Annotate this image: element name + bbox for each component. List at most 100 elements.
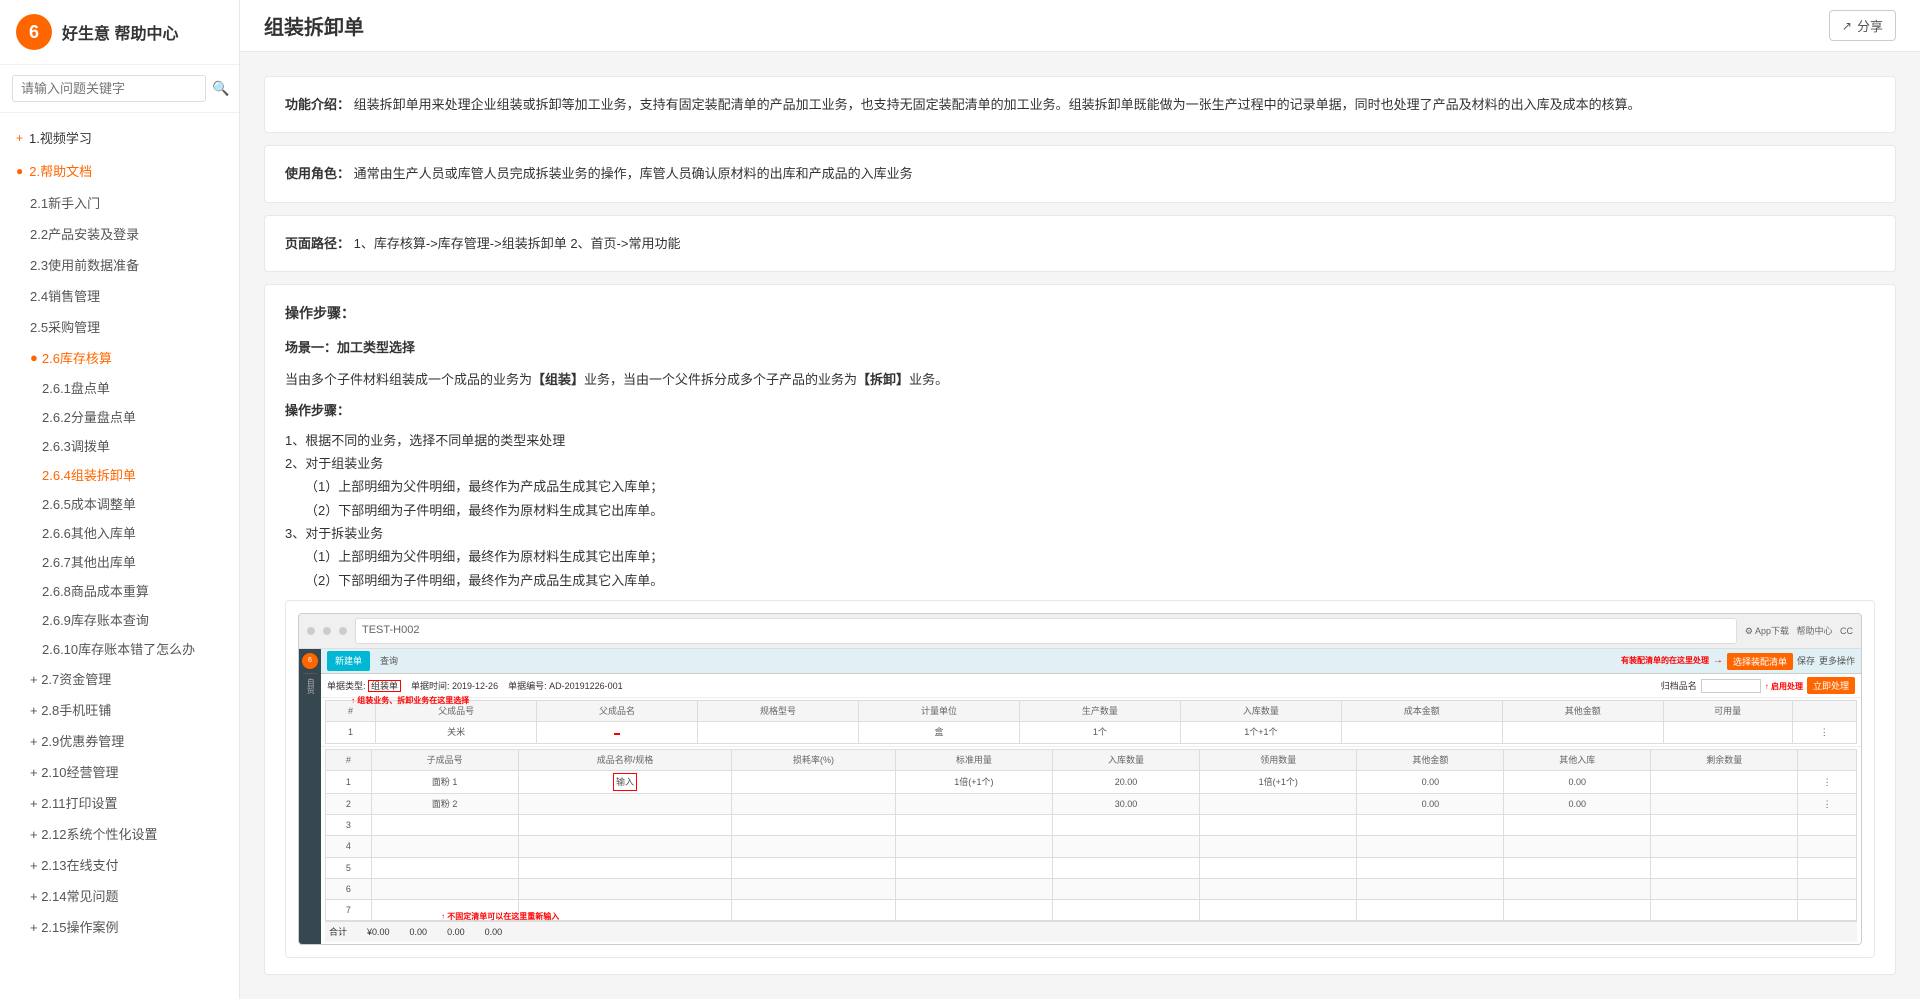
mock-select-bom-btn[interactable]: 选择装配清单 xyxy=(1727,653,1793,670)
sidebar-item-help-docs[interactable]: ● 2.帮助文档 xyxy=(0,154,239,187)
sidebar-item-print[interactable]: + 2.11打印设置 xyxy=(0,787,239,818)
step-3-2: （2）下部明细为子件明细，最终作为产成品生成其它入库单。 xyxy=(285,569,1875,592)
mock-field-date: 单据时间: 2019-12-26 xyxy=(411,678,498,694)
col-header: 可用量 xyxy=(1663,701,1792,722)
step-2: 2、对于组装业务 xyxy=(285,452,1875,475)
footer-val: 0.00 xyxy=(410,924,428,940)
sidebar-item-purchase[interactable]: 2.5采购管理 xyxy=(0,311,239,342)
collapse-icon-inventory: ● xyxy=(30,350,38,365)
sidebar-item-data-prep[interactable]: 2.3使用前数据准备 xyxy=(0,249,239,280)
table-cell xyxy=(1341,722,1502,743)
mock-form-fields: 单据类型: 组装单 单据时间: 2019-12-26 单据编号: AD-2019… xyxy=(321,674,1861,698)
table-cell: 1个+1个 xyxy=(1180,722,1341,743)
mock-archive-input[interactable] xyxy=(1701,679,1761,693)
table-cell xyxy=(1663,722,1792,743)
sidebar-item-cases[interactable]: + 2.15操作案例 xyxy=(0,911,239,942)
sidebar-item-stocktake[interactable]: 2.6.1盘点单 xyxy=(0,373,239,402)
step-3: 3、对于拆装业务 xyxy=(285,522,1875,545)
sidebar-item-newcomer[interactable]: 2.1新手入门 xyxy=(0,187,239,218)
mock-item-input xyxy=(614,733,620,735)
sidebar-item-sales[interactable]: 2.4销售管理 xyxy=(0,280,239,311)
screenshot-section: TEST-H002 ⚙ App下载 帮助中心 CC 6 自贸 xyxy=(285,600,1875,958)
col-header xyxy=(1792,701,1856,722)
table-cell: 1 xyxy=(326,770,372,793)
ops-title: 操作步骤： xyxy=(285,301,1875,326)
sidebar-item-ops[interactable]: + 2.10经营管理 xyxy=(0,756,239,787)
sidebar-item-payment[interactable]: + 2.13在线支付 xyxy=(0,849,239,880)
mock-bottom-table: # 子成品号 成品名称/规格 损耗率(%) 标准用量 入库数量 领用数量 xyxy=(325,749,1857,922)
table-cell: ⋮ xyxy=(1792,722,1856,743)
mock-browser: TEST-H002 ⚙ App下载 帮助中心 CC 6 自贸 xyxy=(298,613,1862,945)
sidebar-item-faq[interactable]: + 2.14常见问题 xyxy=(0,880,239,911)
sidebar-item-ledger[interactable]: 2.6.9库存账本查询 xyxy=(0,605,239,634)
sidebar-item-custom[interactable]: + 2.12系统个性化设置 xyxy=(0,818,239,849)
sidebar-item-assembly[interactable]: 2.6.4组装拆卸单 xyxy=(0,460,239,489)
search-icon[interactable]: 🔍 xyxy=(212,80,229,97)
table-cell xyxy=(1651,770,1798,793)
table-cell: 0.00 xyxy=(1504,794,1651,815)
search-bar: 🔍 xyxy=(0,65,239,113)
browser-icons: ⚙ App下载 帮助中心 CC xyxy=(1745,623,1853,639)
sidebar-item-finance[interactable]: + 2.7资金管理 xyxy=(0,663,239,694)
sidebar-item-partial-stocktake[interactable]: 2.6.2分量盘点单 xyxy=(0,402,239,431)
table-cell: 1倍(+1个) xyxy=(895,770,1053,793)
table-cell xyxy=(1199,794,1357,815)
table-row: 5 xyxy=(326,857,1857,878)
sidebar-item-ledger-fix[interactable]: 2.6.10库存账本错了怎么办 xyxy=(0,634,239,663)
sidebar-item-cost-adjust[interactable]: 2.6.5成本调整单 xyxy=(0,489,239,518)
path-card: 页面路径： 1、库存核算->库存管理->组装拆卸单 2、首页->常用功能 xyxy=(264,215,1896,272)
col-header: 剩余数量 xyxy=(1651,749,1798,770)
sidebar-item-inventory[interactable]: ● 2.6库存核算 xyxy=(0,342,239,373)
sidebar-item-mobile[interactable]: + 2.8手机旺铺 xyxy=(0,694,239,725)
sidebar-item-cost-recalc[interactable]: 2.6.8商品成本重算 xyxy=(0,576,239,605)
logo-icon: 6 xyxy=(16,14,52,50)
col-header: 其他金额 xyxy=(1357,749,1504,770)
role-label: 使用角色： xyxy=(285,166,350,181)
table-cell: 1个 xyxy=(1019,722,1180,743)
search-input[interactable] xyxy=(12,75,206,102)
mock-browser-bar: TEST-H002 ⚙ App下载 帮助中心 CC xyxy=(299,614,1861,649)
arrow-icon: → xyxy=(1713,652,1723,670)
table-cell xyxy=(518,794,732,815)
table-cell: 30.00 xyxy=(1053,794,1200,815)
mock-process-btn[interactable]: 立即处理 xyxy=(1807,677,1855,694)
step-2-2: （2）下部明细为子件明细，最终作为原材料生成其它出库单。 xyxy=(285,499,1875,522)
mock-tab-bar: 新建单 查询 有装配清单的在这里处理 → 选择装配清单 保存 xyxy=(321,649,1861,674)
main-area: 组装拆卸单 ↗ 分享 功能介绍： 组装拆卸单用来处理企业组装或拆卸等加工业务，支… xyxy=(240,0,1920,999)
table-row: 2 面粉 2 30.00 0.00 xyxy=(326,794,1857,815)
mock-app-content: 6 自贸 新建单 查询 xyxy=(299,649,1861,944)
table-cell xyxy=(537,722,698,743)
table-cell: 1倍(+1个) xyxy=(1199,770,1357,793)
mock-item-red-box: 输入 xyxy=(613,773,637,791)
sidebar: 6 好生意 帮助中心 🔍 + 1.视频学习 ● 2.帮助文档 2.1新手入门 2… xyxy=(0,0,240,999)
footer-val: ¥0.00 xyxy=(367,924,390,940)
top-bar: 组装拆卸单 ↗ 分享 xyxy=(240,0,1920,52)
sidebar-item-video-learning[interactable]: + 1.视频学习 xyxy=(0,121,239,154)
mock-more-btn: 更多操作 xyxy=(1819,653,1855,669)
table-cell: 面粉 1 xyxy=(371,770,518,793)
logo-bar: 6 好生意 帮助中心 xyxy=(0,0,239,65)
table-cell: 0.00 xyxy=(1357,770,1504,793)
scene1-title: 场景一：加工类型选择 xyxy=(285,340,415,355)
sidebar-item-coupon[interactable]: + 2.9优惠券管理 xyxy=(0,725,239,756)
mock-divider xyxy=(303,673,317,674)
table-cell xyxy=(732,794,895,815)
mock-tab-active: 新建单 xyxy=(327,651,370,671)
col-header: 入库数量 xyxy=(1180,701,1341,722)
share-button[interactable]: ↗ 分享 xyxy=(1829,10,1896,41)
steps-card: 操作步骤： 场景一：加工类型选择 当由多个子件材料组装成一个成品的业务为【组装】… xyxy=(264,284,1896,975)
sidebar-item-other-in[interactable]: 2.6.6其他入库单 xyxy=(0,518,239,547)
table-cell: 1 xyxy=(326,722,376,743)
table-cell: ⋮ xyxy=(1798,770,1857,793)
table-cell: 0.00 xyxy=(1357,794,1504,815)
footer-label: 合计 xyxy=(329,924,347,940)
sidebar-item-inventory-label: 2.6库存核算 xyxy=(42,348,112,367)
col-header: 成本金额 xyxy=(1341,701,1502,722)
sidebar-item-label: 1.视频学习 xyxy=(29,128,92,147)
sidebar-item-other-out[interactable]: 2.6.7其他出库单 xyxy=(0,547,239,576)
col-header: 损耗率(%) xyxy=(732,749,895,770)
table-row: 1 面粉 1 输入 1倍(+1个) 20.00 1倍(+1个) xyxy=(326,770,1857,793)
sidebar-item-install[interactable]: 2.2产品安装及登录 xyxy=(0,218,239,249)
col-header: 生产数量 xyxy=(1019,701,1180,722)
sidebar-item-transfer[interactable]: 2.6.3调拨单 xyxy=(0,431,239,460)
